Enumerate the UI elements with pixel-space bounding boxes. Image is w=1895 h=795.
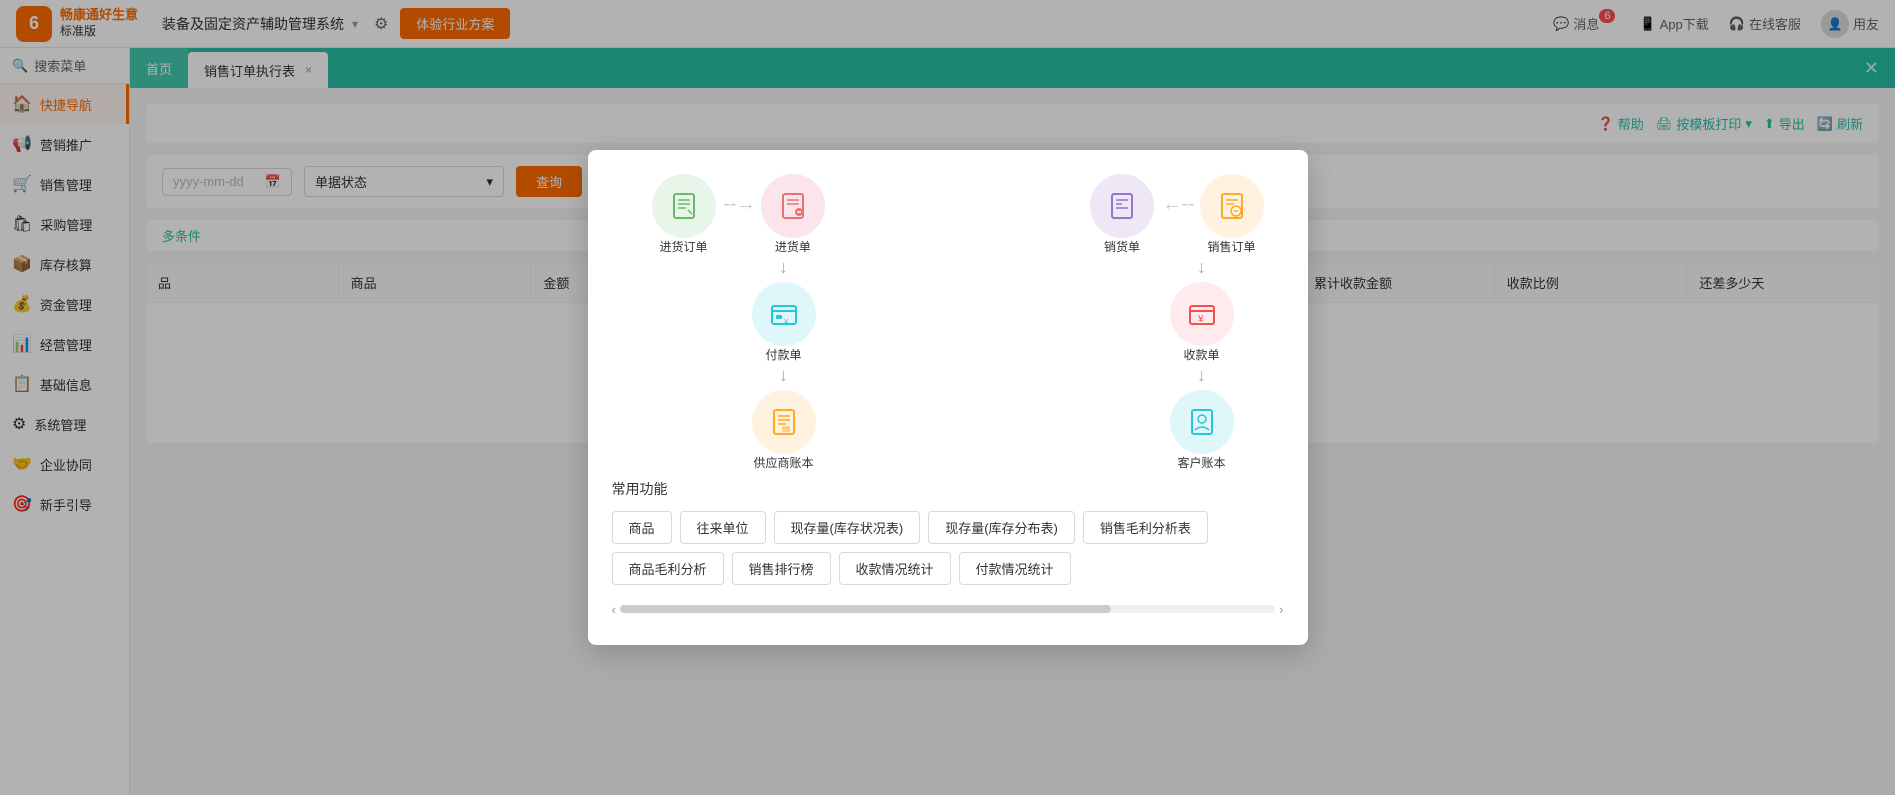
modal-scrollbar[interactable]: ‹ › (612, 597, 1284, 621)
sales-bill-icon[interactable] (1090, 174, 1154, 238)
flow-node-sales-order: 销售订单 (1200, 174, 1264, 255)
supplier-icon[interactable] (752, 390, 816, 454)
quick-nav-modal: 进货订单 - - → 进货单 (588, 150, 1308, 645)
cf-btn-销售毛利分析表[interactable]: 销售毛利分析表 (1083, 511, 1208, 544)
payment-icon[interactable]: ¥ (752, 282, 816, 346)
cf-btn-商品毛利分析[interactable]: 商品毛利分析 (612, 552, 724, 585)
cf-btn-商品[interactable]: 商品 (612, 511, 672, 544)
purchase-bill-icon[interactable] (761, 174, 825, 238)
cf-btn-现存量(库存分布表)[interactable]: 现存量(库存分布表) (928, 511, 1075, 544)
cf-btn-收款情况统计[interactable]: 收款情况统计 (839, 552, 951, 585)
flow-node-sales-bill: 销货单 (1090, 174, 1154, 255)
sales-order-label: 销售订单 (1207, 238, 1255, 255)
scroll-track[interactable] (620, 605, 1275, 613)
receipt-label: 收款单 (1183, 346, 1219, 363)
cf-btn-往来单位[interactable]: 往来单位 (680, 511, 766, 544)
sales-bill-label: 销货单 (1104, 238, 1140, 255)
flow-node-receipt: ¥ 收款单 (1170, 282, 1234, 363)
arrow-down-purchase: ↓ (779, 257, 788, 278)
arrow-down-payment: ↓ (779, 365, 788, 386)
purchase-order-label: 进货订单 (659, 238, 707, 255)
arrow-down-sales: ↓ (1197, 257, 1206, 278)
svg-text:¥: ¥ (783, 318, 789, 327)
sales-order-icon[interactable] (1200, 174, 1264, 238)
flow-node-payment: ¥ 付款单 (752, 282, 816, 363)
scroll-thumb (620, 605, 1111, 613)
scroll-right-icon[interactable]: › (1279, 602, 1283, 617)
flow-node-supplier: 供应商账本 (752, 390, 816, 471)
cf-btn-销售排行榜[interactable]: 销售排行榜 (732, 552, 831, 585)
supplier-ledger-label: 供应商账本 (753, 454, 813, 471)
cf-btn-现存量(库存状况表)[interactable]: 现存量(库存状况表) (774, 511, 921, 544)
customer-ledger-label: 客户账本 (1177, 454, 1225, 471)
arrow-down-receipt: ↓ (1197, 365, 1206, 386)
svg-text:¥: ¥ (1197, 314, 1204, 325)
modal-overlay[interactable]: 进货订单 - - → 进货单 (0, 0, 1895, 795)
cf-title: 常用功能 (612, 479, 1284, 499)
flow-node-purchase-order: 进货订单 (652, 174, 716, 255)
flow-node-purchase-bill: 进货单 (761, 174, 825, 255)
purchase-bill-label: 进货单 (775, 238, 811, 255)
flow-node-customer: 客户账本 (1170, 390, 1234, 471)
common-functions-section: 常用功能 商品往来单位现存量(库存状况表)现存量(库存分布表)销售毛利分析表商品… (612, 479, 1284, 585)
scroll-left-icon[interactable]: ‹ (612, 602, 616, 617)
customer-icon[interactable] (1170, 390, 1234, 454)
receipt-icon[interactable]: ¥ (1170, 282, 1234, 346)
flow-section: 进货订单 - - → 进货单 (612, 174, 1284, 471)
cf-btn-付款情况统计[interactable]: 付款情况统计 (959, 552, 1071, 585)
payment-label: 付款单 (765, 346, 801, 363)
cf-buttons: 商品往来单位现存量(库存状况表)现存量(库存分布表)销售毛利分析表商品毛利分析销… (612, 511, 1284, 585)
purchase-order-icon[interactable] (652, 174, 716, 238)
